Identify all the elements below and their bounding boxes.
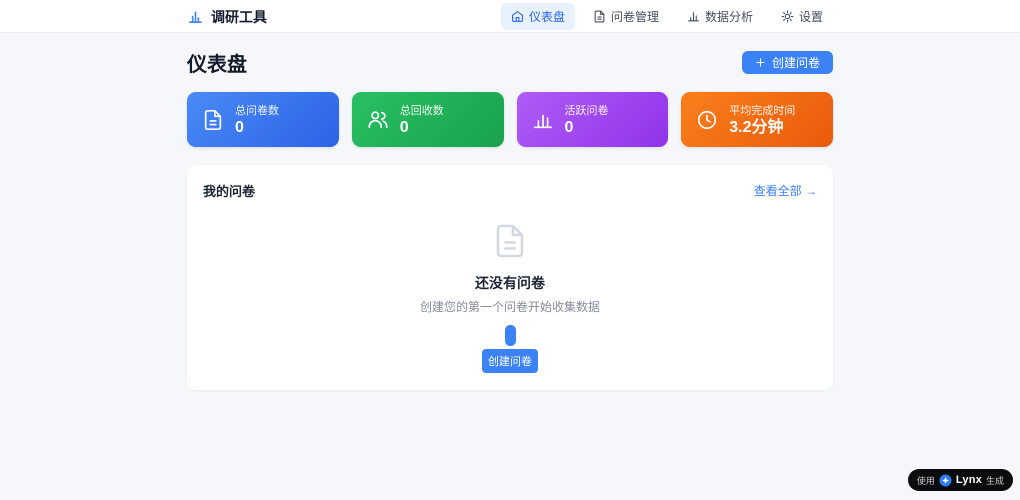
nav-item-label: 数据分析 — [704, 10, 753, 24]
plus-icon — [755, 57, 766, 68]
empty-create-survey-button[interactable]: 创建问卷 — [482, 349, 538, 373]
create-survey-button-label: 创建问卷 — [771, 56, 820, 70]
page-title: 仪表盘 — [187, 54, 247, 76]
nav-item-settings[interactable]: 设置 — [771, 3, 833, 30]
stats-grid: 总问卷数 0 总回收数 0 活跃问卷 0 平均完成时间 3.2分钟 — [187, 92, 833, 147]
brand-name: 调研工具 — [211, 8, 267, 25]
home-icon — [511, 10, 524, 23]
page-header: 仪表盘 创建问卷 — [187, 48, 833, 77]
stat-label: 总回收数 — [399, 105, 444, 118]
lynx-badge-brand: Lynx — [955, 474, 982, 486]
stat-card-total-responses: 总回收数 0 — [351, 92, 504, 147]
nav-item-label: 问卷管理 — [610, 10, 659, 24]
stat-label: 活跃问卷 — [564, 105, 609, 118]
stat-card-total-surveys: 总问卷数 0 — [187, 92, 339, 147]
bar-chart-icon — [687, 10, 700, 23]
users-icon — [367, 109, 389, 131]
brand: 调研工具 — [187, 7, 267, 27]
document-icon — [593, 10, 606, 23]
stat-value: 0 — [235, 119, 244, 137]
stat-value: 0 — [399, 119, 409, 137]
stat-value: 0 — [564, 119, 574, 137]
logo-bar-chart-icon — [187, 8, 204, 25]
empty-state: 还没有问卷 创建您的第一个问卷开始收集数据 创建问卷 — [187, 223, 833, 373]
nav-container: 调研工具 仪表盘 问卷管理 数据分析 设置 — [187, 0, 833, 33]
nav-items: 仪表盘 问卷管理 数据分析 设置 — [500, 3, 833, 30]
lynx-badge-suffix: 生成 — [985, 475, 1004, 486]
bar-chart-icon — [532, 109, 554, 131]
lynx-badge[interactable]: 使用 Lynx 生成 — [907, 469, 1013, 491]
create-survey-button[interactable]: 创建问卷 — [741, 51, 833, 74]
lynx-badge-prefix: 使用 — [916, 475, 935, 486]
nav-item-dashboard[interactable]: 仪表盘 — [500, 3, 575, 30]
stat-card-avg-completion-time: 平均完成时间 3.2分钟 — [681, 92, 833, 147]
clock-icon — [696, 109, 718, 131]
stat-label: 平均完成时间 — [729, 105, 796, 118]
stat-label: 总问卷数 — [235, 105, 279, 118]
nav-item-survey-management[interactable]: 问卷管理 — [583, 3, 669, 30]
empty-document-icon — [492, 223, 528, 259]
stat-card-active-surveys: 活跃问卷 0 — [516, 92, 669, 147]
stat-card-text: 总问卷数 0 — [235, 102, 279, 137]
top-nav: 调研工具 仪表盘 问卷管理 数据分析 设置 — [0, 0, 1020, 33]
nav-item-data-analysis[interactable]: 数据分析 — [677, 3, 763, 30]
my-surveys-panel: 我的问卷 查看全部 → 还没有问卷 创建您的第一个问卷开始收集数据 创建问卷 — [187, 165, 833, 390]
nav-item-label: 设置 — [798, 10, 823, 24]
gear-icon — [781, 10, 794, 23]
main-content: 仪表盘 创建问卷 总问卷数 0 总回收数 0 活跃问卷 0 平均完成时间 3.2… — [187, 48, 833, 390]
stat-card-text: 活跃问卷 0 — [565, 102, 609, 137]
empty-title: 还没有问卷 — [475, 275, 545, 291]
nav-item-label: 仪表盘 — [528, 10, 565, 24]
empty-subtitle: 创建您的第一个问卷开始收集数据 — [419, 300, 600, 314]
stat-card-text: 平均完成时间 3.2分钟 — [729, 102, 795, 137]
lynx-logo-icon — [939, 474, 952, 487]
panel-title: 我的问卷 — [203, 184, 256, 199]
panel-header: 我的问卷 查看全部 → — [187, 165, 833, 200]
document-icon — [202, 109, 224, 131]
stat-card-text: 总回收数 0 — [400, 102, 444, 137]
stat-value: 3.2分钟 — [729, 119, 784, 137]
create-survey-button-fragment[interactable] — [504, 325, 516, 346]
view-all-link[interactable]: 查看全部 → — [754, 182, 817, 199]
